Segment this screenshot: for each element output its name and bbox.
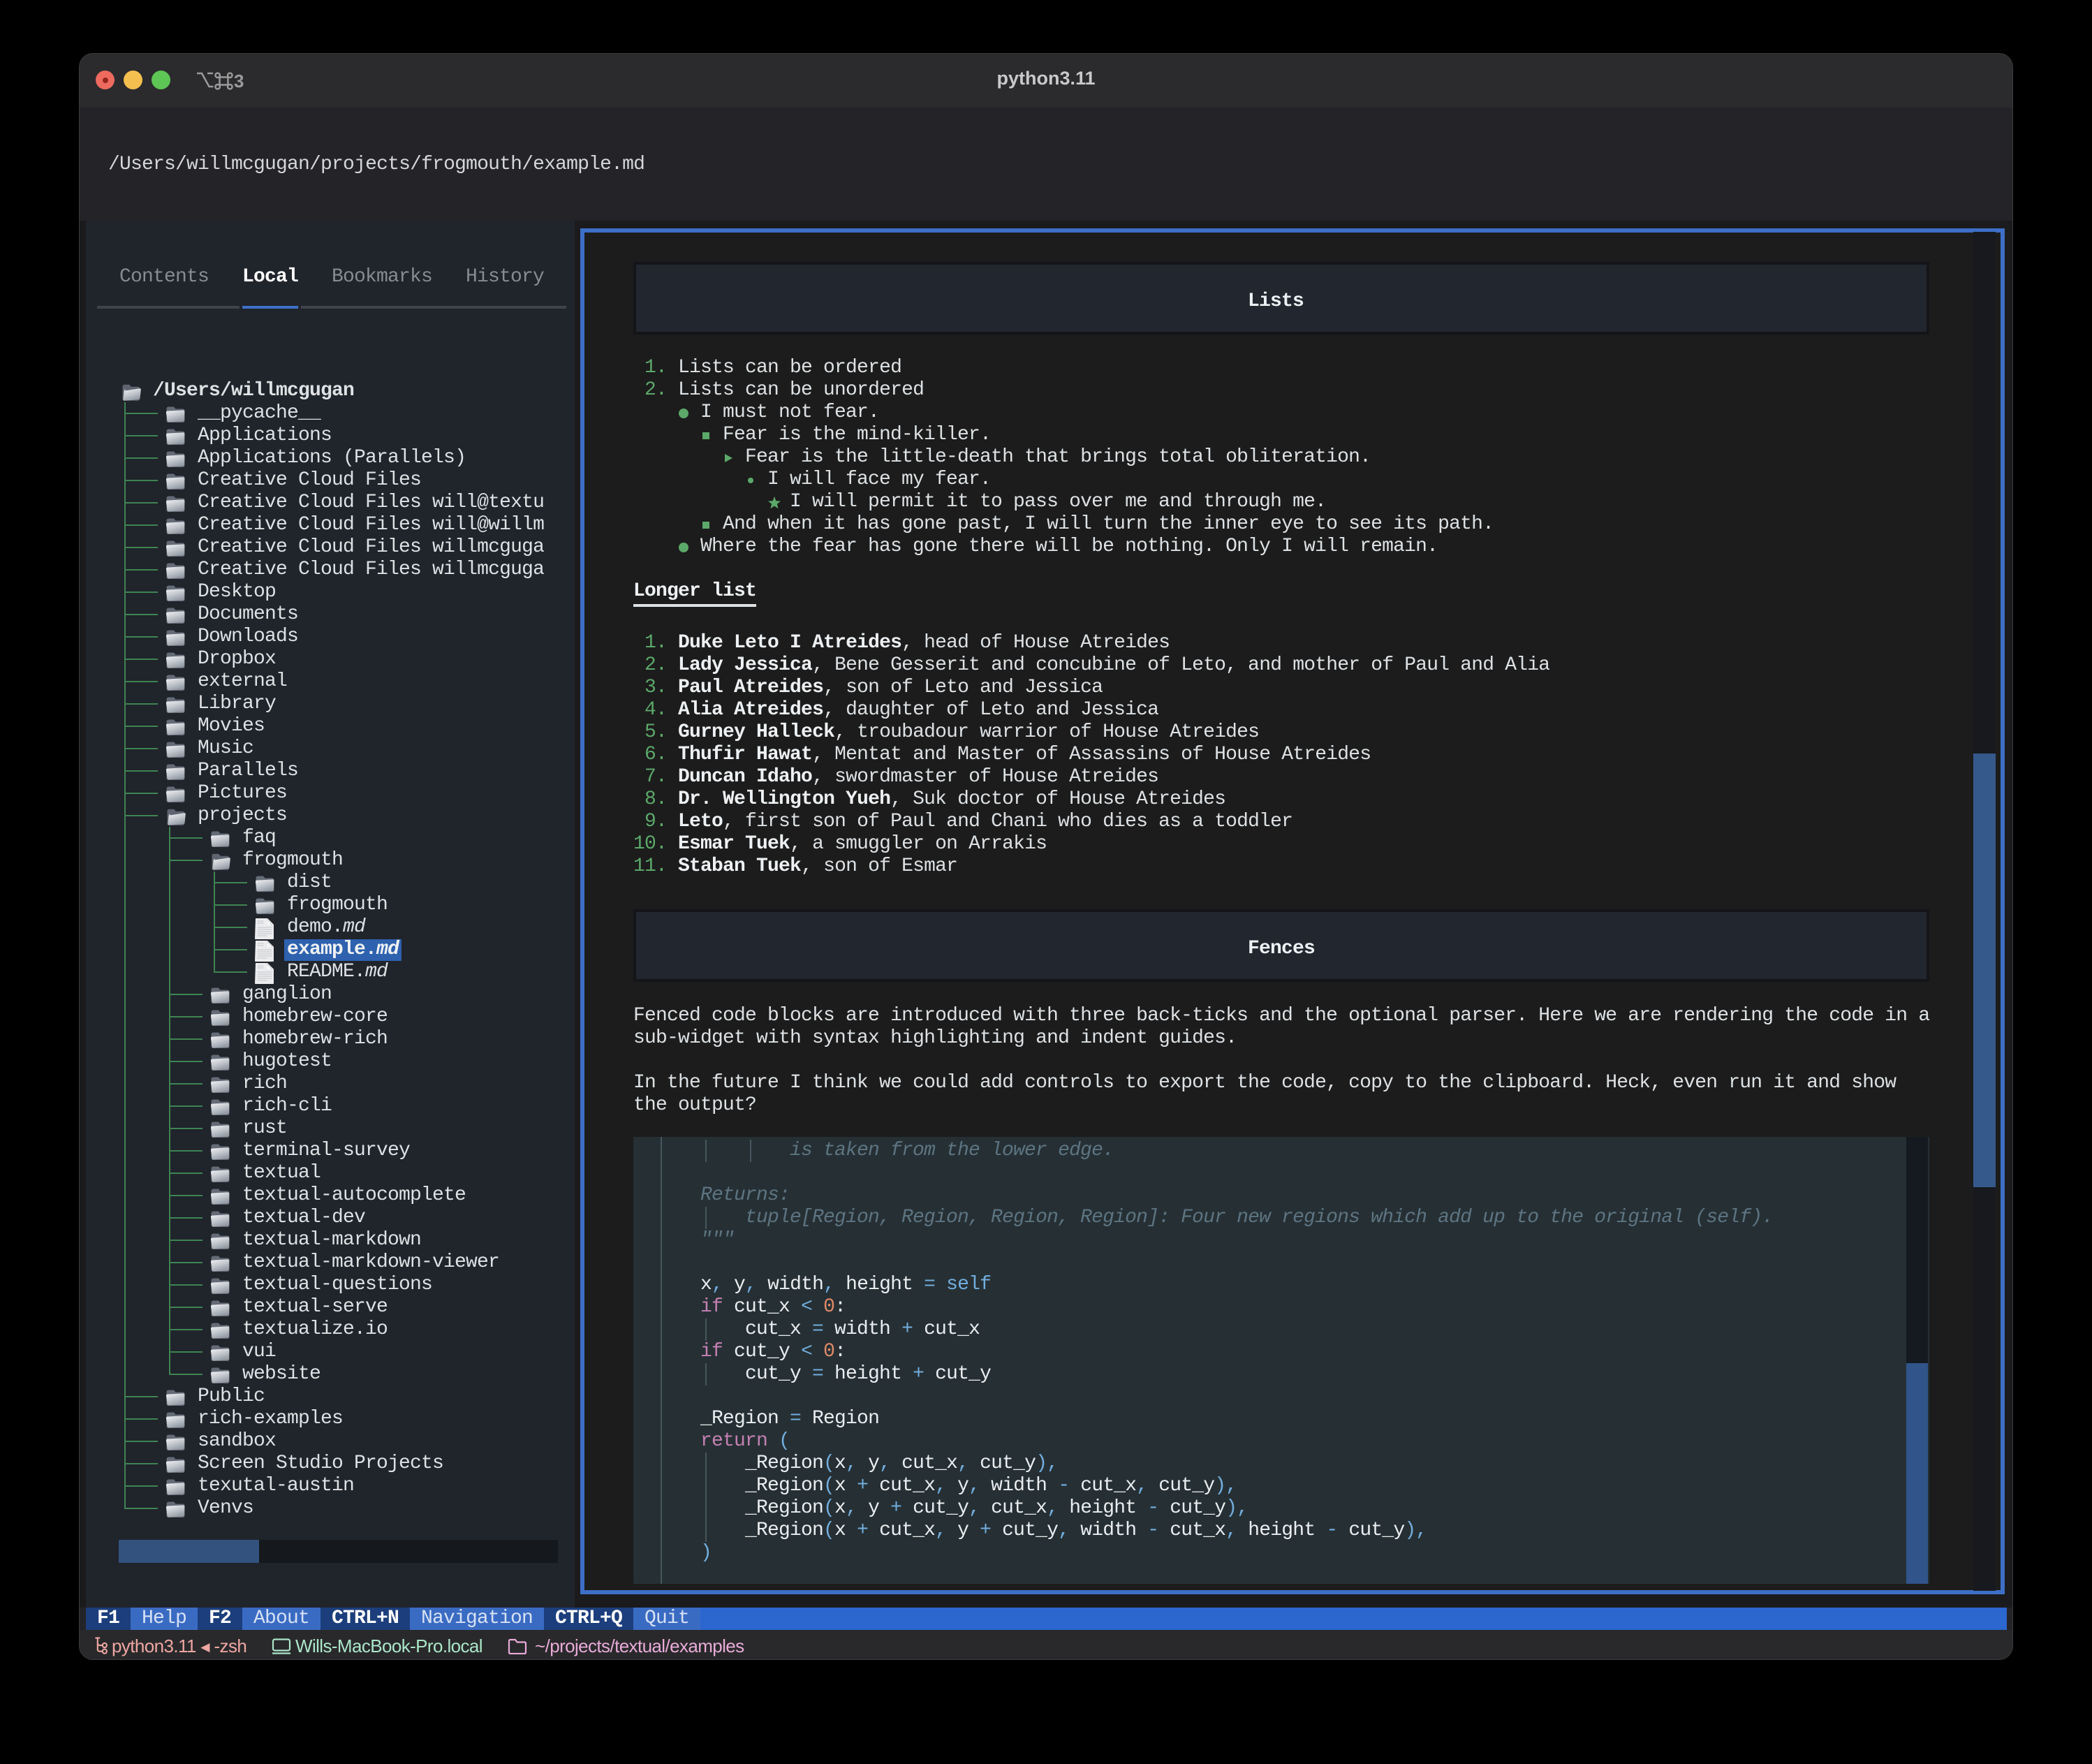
svg-text:3: 3 — [234, 71, 244, 91]
